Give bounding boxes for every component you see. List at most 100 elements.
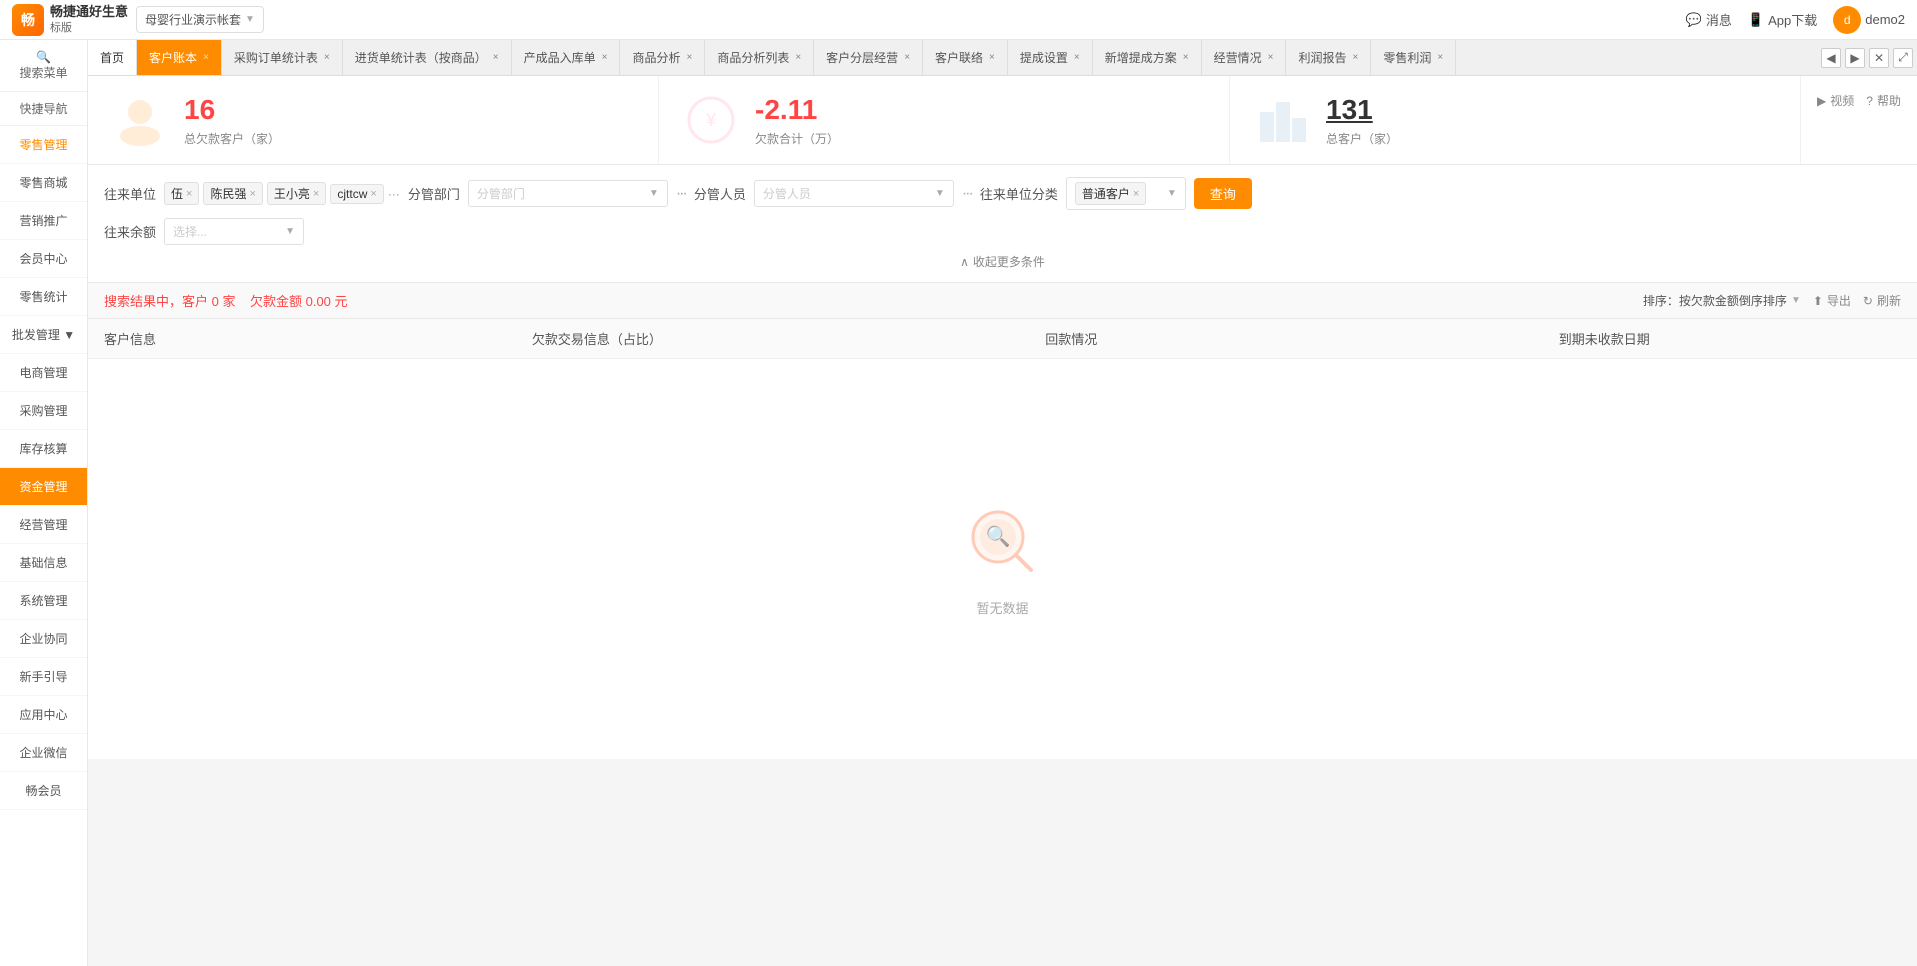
remove-tag-wang[interactable]: × — [313, 188, 319, 200]
filter-person-select[interactable]: 分管人员 ▼ — [754, 180, 954, 207]
collapse-conditions-button[interactable]: ∧ 收起更多条件 — [960, 253, 1045, 270]
sidebar-item-member-center[interactable]: 会员中心 — [0, 240, 87, 278]
sidebar-item-finance[interactable]: 资金管理 — [0, 468, 87, 506]
tab-next-button[interactable]: ▶ — [1845, 48, 1865, 68]
logo-area: 畅 畅捷通好生意 标版 — [12, 4, 128, 36]
chevron-down-icon: ▼ — [1167, 188, 1177, 199]
tab-maximize-button[interactable]: ⤢ — [1893, 48, 1913, 68]
sidebar-item-marketing[interactable]: 营销推广 — [0, 202, 87, 240]
sidebar-item-wechat[interactable]: 企业微信 — [0, 734, 87, 772]
sidebar-item-beginner-guide[interactable]: 新手引导 — [0, 658, 87, 696]
remove-tag-cjttcw[interactable]: × — [370, 188, 376, 200]
sidebar-item-purchase[interactable]: 采购管理 — [0, 392, 87, 430]
stat-actions: ▶ 视频 ? 帮助 — [1801, 76, 1917, 125]
message-button[interactable]: 💬 消息 — [1686, 10, 1732, 29]
remove-tag-wu[interactable]: × — [186, 188, 192, 200]
tab-profit-report[interactable]: 利润报告 × — [1286, 40, 1371, 76]
sort-select[interactable]: 排序：按欠款金额倒序排序 ▼ — [1643, 292, 1801, 309]
close-tab-icon[interactable]: × — [989, 52, 995, 63]
filter-balance-select[interactable]: 选择... ▼ — [164, 218, 304, 245]
filter-tag-cjttcw[interactable]: cjttcw × — [330, 184, 383, 204]
close-tab-icon[interactable]: × — [1183, 52, 1189, 63]
quick-nav-button[interactable]: 快捷导航 — [0, 92, 87, 126]
tab-product-analysis-list[interactable]: 商品分析列表 × — [705, 40, 814, 76]
col-header-date: 到期未收款日期 — [1559, 329, 1901, 348]
tab-customer-segmentation[interactable]: 客户分层经营 × — [814, 40, 923, 76]
filter-row-unit: 往来单位 伍 × 陈民强 × 王小亮 × — [104, 177, 1901, 210]
tab-close-all-button[interactable]: ✕ — [1869, 48, 1889, 68]
sidebar-item-system[interactable]: 系统管理 — [0, 582, 87, 620]
sidebar-item-basic-info[interactable]: 基础信息 — [0, 544, 87, 582]
filter-balance-label: 往来余额 — [104, 222, 156, 241]
close-tab-icon[interactable]: × — [493, 52, 499, 63]
avatar: d — [1833, 6, 1861, 34]
help-button[interactable]: ? 帮助 — [1866, 92, 1901, 109]
filter-tag-wu[interactable]: 伍 × — [164, 182, 199, 205]
filter-dept-label: 分管部门 — [408, 184, 460, 203]
close-tab-icon[interactable]: × — [1352, 52, 1358, 63]
empty-state-text: 暂无数据 — [976, 598, 1028, 617]
close-tab-icon[interactable]: × — [1437, 52, 1443, 63]
sidebar-item-retail-management[interactable]: 零售管理 — [0, 126, 87, 164]
tab-inbound-stats[interactable]: 进货单统计表（按商品） × — [343, 40, 512, 76]
sidebar-search-button[interactable]: 🔍 搜索菜单 — [0, 40, 87, 92]
tab-controls: ◀ ▶ ✕ ⤢ — [1817, 48, 1917, 68]
tab-operations[interactable]: 经营情况 × — [1202, 40, 1287, 76]
app-download-button[interactable]: 📱 App下载 — [1748, 10, 1817, 29]
chevron-down-icon: ▼ — [935, 188, 945, 199]
close-tab-icon[interactable]: × — [602, 52, 608, 63]
svg-text:¥: ¥ — [705, 110, 717, 130]
tab-home[interactable]: 首页 — [88, 40, 137, 76]
sidebar-item-retail-stats[interactable]: 零售统计 — [0, 278, 87, 316]
industry-dropdown[interactable]: 母婴行业演示帐套 ▼ — [136, 6, 264, 33]
query-button[interactable]: 查询 — [1194, 178, 1252, 209]
filter-dept-select[interactable]: 分管部门 ▼ — [468, 180, 668, 207]
header-right: 💬 消息 📱 App下载 d demo2 — [1686, 6, 1905, 34]
result-actions: 排序：按欠款金额倒序排序 ▼ ⬆ 导出 ↻ 刷新 — [1643, 292, 1901, 309]
sidebar-item-member[interactable]: 畅会员 — [0, 772, 87, 810]
refresh-icon: ↻ — [1863, 294, 1873, 308]
close-tab-icon[interactable]: × — [904, 52, 910, 63]
close-tab-icon[interactable]: × — [795, 52, 801, 63]
video-button[interactable]: ▶ 视频 — [1817, 92, 1854, 109]
chevron-down-icon: ▼ — [1791, 295, 1801, 306]
refresh-button[interactable]: ↻ 刷新 — [1863, 292, 1901, 309]
sidebar-item-inventory[interactable]: 库存核算 — [0, 430, 87, 468]
sidebar-item-retail-mall[interactable]: 零售商城 — [0, 164, 87, 202]
remove-unit-class-tag[interactable]: × — [1133, 188, 1139, 200]
stat-value-total-clients: 131 — [1326, 93, 1398, 127]
tab-product-analysis[interactable]: 商品分析 × — [620, 40, 705, 76]
filter-tag-normal-customer[interactable]: 普通客户 × — [1075, 182, 1146, 205]
filter-tag-chen[interactable]: 陈民强 × — [203, 182, 262, 205]
close-tab-icon[interactable]: × — [1268, 52, 1274, 63]
close-tab-icon[interactable]: × — [1074, 52, 1080, 63]
export-icon: ⬆ — [1813, 294, 1823, 308]
tab-add-commission[interactable]: 新增提成方案 × — [1093, 40, 1202, 76]
tab-purchase-order-stats[interactable]: 采购订单统计表 × — [222, 40, 343, 76]
tab-retail-profit[interactable]: 零售利润 × — [1371, 40, 1456, 76]
header-left: 畅 畅捷通好生意 标版 母婴行业演示帐套 ▼ — [12, 4, 264, 36]
tab-production-inbound[interactable]: 产成品入库单 × — [512, 40, 621, 76]
sidebar-item-wholesale[interactable]: 批发管理 ▼ — [0, 316, 87, 354]
svg-text:🔍: 🔍 — [985, 523, 1010, 548]
sidebar-item-ecommerce[interactable]: 电商管理 — [0, 354, 87, 392]
export-button[interactable]: ⬆ 导出 — [1813, 292, 1851, 309]
filter-person-label: 分管人员 — [694, 184, 746, 203]
user-profile[interactable]: d demo2 — [1833, 6, 1905, 34]
stat-info-debt: -2.11 欠款合计（万） — [755, 93, 839, 148]
close-tab-icon[interactable]: × — [203, 52, 209, 63]
tab-customer-ledger[interactable]: 客户账本 × — [137, 40, 222, 76]
close-tab-icon[interactable]: × — [686, 52, 692, 63]
sidebar-item-app-center[interactable]: 应用中心 — [0, 696, 87, 734]
filter-unit-class-select[interactable]: 普通客户 × ▼ — [1066, 177, 1186, 210]
filter-tag-wang[interactable]: 王小亮 × — [267, 182, 326, 205]
close-tab-icon[interactable]: × — [324, 52, 330, 63]
tab-commission-settings[interactable]: 提成设置 × — [1008, 40, 1093, 76]
sidebar-item-enterprise-collab[interactable]: 企业协同 — [0, 620, 87, 658]
tab-customer-contact[interactable]: 客户联络 × — [923, 40, 1008, 76]
filter-more-icon[interactable]: ··· — [388, 187, 400, 201]
remove-tag-chen[interactable]: × — [249, 188, 255, 200]
tab-prev-button[interactable]: ◀ — [1821, 48, 1841, 68]
stat-card-customers: 16 总欠款客户（家） — [88, 76, 659, 164]
sidebar-item-operations[interactable]: 经营管理 — [0, 506, 87, 544]
